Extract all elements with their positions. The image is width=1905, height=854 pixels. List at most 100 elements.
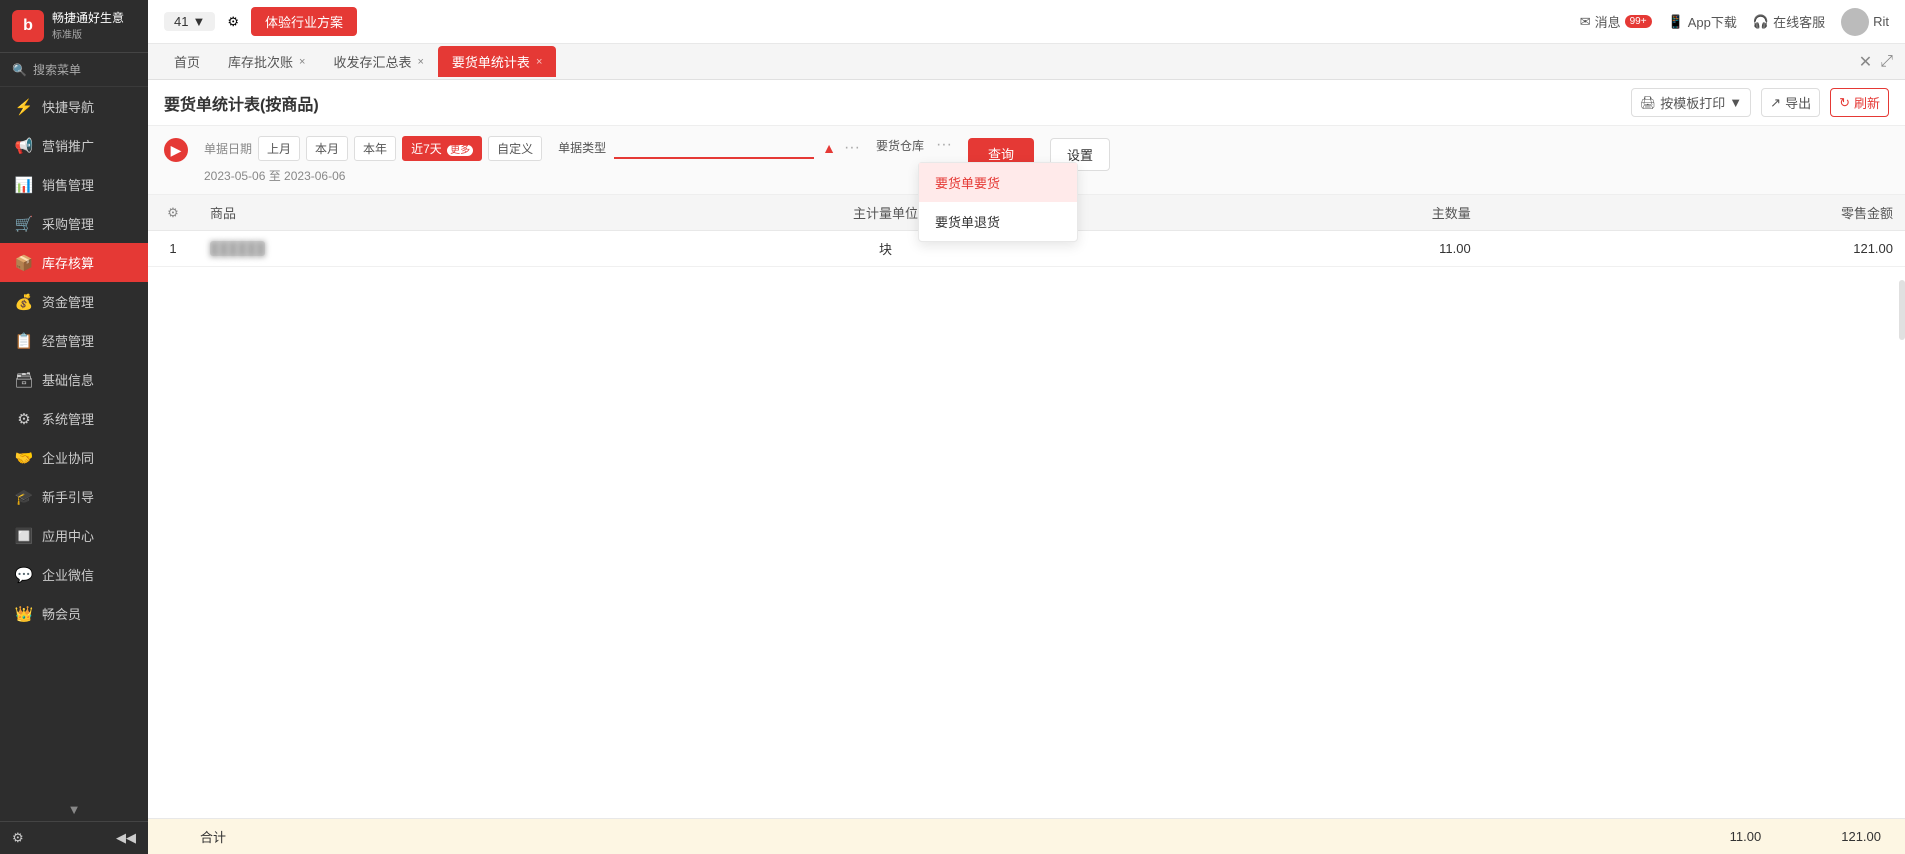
sidebar-item-purchase[interactable]: 🛒 采购管理 xyxy=(0,204,148,243)
sidebar-item-label: 基础信息 xyxy=(42,370,94,389)
inventory-icon: 📦 xyxy=(14,254,34,272)
page-actions: 🖨 按模板打印 ▼ ↗ 导出 ↻ 刷新 xyxy=(1631,88,1889,117)
date-filter-dates: 单据日期 上月 本月 本年 近7天 更多 自定义 xyxy=(204,136,542,161)
dropdown-item-order-goods[interactable]: 要货单要货 xyxy=(919,163,1077,202)
tab-home[interactable]: 首页 xyxy=(160,46,214,77)
sidebar-item-marketing[interactable]: 📢 营销推广 xyxy=(0,126,148,165)
print-icon: 🖨 xyxy=(1640,95,1657,111)
sidebar-item-basic[interactable]: 🗃 基础信息 xyxy=(0,360,148,399)
col-product: 商品 xyxy=(198,195,638,231)
tab-home-label: 首页 xyxy=(174,52,200,71)
col-quantity: 主数量 xyxy=(1133,195,1483,231)
sidebar-item-finance[interactable]: 💰 资金管理 xyxy=(0,282,148,321)
industry-btn[interactable]: 体验行业方案 xyxy=(251,7,357,36)
logo-name: 畅捷通好生意 xyxy=(52,11,124,27)
tab-order-summary-close[interactable]: × xyxy=(536,56,542,68)
sidebar-scroll-down[interactable]: ▼ xyxy=(0,798,148,821)
footer-label: 合计 xyxy=(160,827,420,846)
sidebar-item-inventory[interactable]: 📦 库存核算 xyxy=(0,243,148,282)
type-filter-input[interactable] xyxy=(614,136,814,159)
type-more-btn[interactable]: ··· xyxy=(844,139,860,157)
message-btn[interactable]: ✉ 消息 99+ xyxy=(1580,12,1652,31)
sidebar-item-wechat[interactable]: 💬 企业微信 xyxy=(0,555,148,594)
sidebar-item-label: 资金管理 xyxy=(42,292,94,311)
tab-order-summary[interactable]: 要货单统计表 × xyxy=(438,46,556,77)
app-download-btn[interactable]: 📱 App下载 xyxy=(1668,12,1737,31)
col-settings-icon[interactable]: ⚙ xyxy=(167,205,179,220)
tab-batch-account-label: 库存批次账 xyxy=(228,52,293,71)
tab-close-all-icon[interactable]: ✕ xyxy=(1859,52,1872,72)
app-download-icon: 📱 xyxy=(1668,14,1684,30)
warehouse-filter-row: 要货仓库 ··· xyxy=(876,136,952,154)
topbar: 41 ▼ ⚙ 体验行业方案 ✉ 消息 99+ 📱 App下载 🎧 在线客服 R xyxy=(148,0,1905,44)
topbar-left: 41 ▼ ⚙ 体验行业方案 xyxy=(164,7,357,36)
sales-icon: 📊 xyxy=(14,176,34,194)
scroll-hint xyxy=(1899,280,1905,340)
dropdown-item-order-return[interactable]: 要货单退货 xyxy=(919,202,1077,241)
date-filter-group: 单据日期 上月 本月 本年 近7天 更多 自定义 2023-05-06 至 20… xyxy=(204,136,542,184)
newbie-icon: 🎓 xyxy=(14,488,34,506)
operation-icon: 📋 xyxy=(14,332,34,350)
sidebar-collapse-icon[interactable]: ◀◀ xyxy=(116,830,136,846)
sidebar-bottom: ⚙ ◀◀ xyxy=(0,821,148,854)
sidebar-item-enterprise[interactable]: 🤝 企业协同 xyxy=(0,438,148,477)
date-prev-month-btn[interactable]: 上月 xyxy=(258,136,300,161)
warehouse-more-btn[interactable]: ··· xyxy=(936,136,952,154)
tab-expand-icon[interactable]: ⤢ xyxy=(1880,53,1893,71)
message-icon: ✉ xyxy=(1580,14,1591,30)
sidebar-item-operation[interactable]: 📋 经营管理 xyxy=(0,321,148,360)
headset-icon: 🎧 xyxy=(1753,14,1769,30)
sidebar-item-member[interactable]: 👑 畅会员 xyxy=(0,594,148,633)
sidebar-logo: b 畅捷通好生意 标准版 xyxy=(0,0,148,53)
apps-icon: 🔲 xyxy=(14,527,34,545)
sidebar-item-label: 销售管理 xyxy=(42,175,94,194)
main-area: 41 ▼ ⚙ 体验行业方案 ✉ 消息 99+ 📱 App下载 🎧 在线客服 R xyxy=(148,0,1905,854)
sidebar-settings-icon[interactable]: ⚙ xyxy=(12,830,24,846)
export-btn[interactable]: ↗ 导出 xyxy=(1761,88,1820,117)
sidebar-item-label: 采购管理 xyxy=(42,214,94,233)
message-label: 消息 xyxy=(1595,12,1621,31)
page-header: 要货单统计表(按商品) 🖨 按模板打印 ▼ ↗ 导出 ↻ 刷新 xyxy=(148,80,1905,126)
sidebar-nav: ⚡ 快捷导航 📢 营销推广 📊 销售管理 🛒 采购管理 📦 库存核算 💰 资金管… xyxy=(0,87,148,798)
date-year-btn[interactable]: 本年 xyxy=(354,136,396,161)
filter-expand-btn[interactable]: ▶ xyxy=(164,138,188,162)
tab-receive-summary-label: 收发存汇总表 xyxy=(333,52,411,71)
topbar-settings-icon[interactable]: ⚙ xyxy=(227,14,239,30)
sidebar-item-quick-nav[interactable]: ⚡ 快捷导航 xyxy=(0,87,148,126)
date-filter-label: 单据日期 xyxy=(204,140,252,157)
sidebar-item-label: 新手引导 xyxy=(42,487,94,506)
wechat-icon: 💬 xyxy=(14,566,34,584)
print-btn[interactable]: 🖨 按模板打印 ▼ xyxy=(1631,88,1751,117)
enterprise-icon: 🤝 xyxy=(14,449,34,467)
warehouse-filter-group: 要货仓库 ··· xyxy=(876,136,952,154)
date-recent7-btn[interactable]: 近7天 更多 xyxy=(402,136,482,161)
tab-batch-account-close[interactable]: × xyxy=(299,56,305,68)
tab-count-badge[interactable]: 41 ▼ xyxy=(164,12,215,31)
sidebar-item-newbie[interactable]: 🎓 新手引导 xyxy=(0,477,148,516)
row-num: 1 xyxy=(148,231,198,267)
refresh-btn[interactable]: ↻ 刷新 xyxy=(1830,88,1889,117)
tab-receive-summary-close[interactable]: × xyxy=(417,56,423,68)
tab-batch-account[interactable]: 库存批次账 × xyxy=(214,46,319,77)
dropdown-item-order-return-label: 要货单退货 xyxy=(935,215,1000,230)
online-service-label: 在线客服 xyxy=(1773,12,1825,31)
user-avatar-btn[interactable]: Rit xyxy=(1841,8,1889,36)
sidebar-search[interactable]: 🔍 搜索菜单 xyxy=(0,53,148,87)
sidebar-item-label: 企业协同 xyxy=(42,448,94,467)
row-amount: 121.00 xyxy=(1483,231,1905,267)
date-curr-month-btn[interactable]: 本月 xyxy=(306,136,348,161)
user-name: Rit xyxy=(1873,14,1889,29)
sidebar-item-system[interactable]: ⚙ 系统管理 xyxy=(0,399,148,438)
date-custom-btn[interactable]: 自定义 xyxy=(488,136,542,161)
sidebar-item-apps[interactable]: 🔲 应用中心 xyxy=(0,516,148,555)
sidebar-item-sales[interactable]: 📊 销售管理 xyxy=(0,165,148,204)
tabs-actions: ✕ ⤢ xyxy=(1859,52,1893,72)
table-container: ⚙ 商品 主计量单位 主数量 零售金额 1 ██████ 块 xyxy=(148,195,1905,818)
online-service-btn[interactable]: 🎧 在线客服 xyxy=(1753,12,1825,31)
row-quantity: 11.00 xyxy=(1133,231,1483,267)
refresh-btn-label: 刷新 xyxy=(1854,93,1880,112)
col-settings: ⚙ xyxy=(148,195,198,231)
member-icon: 👑 xyxy=(14,605,34,623)
type-dropdown-arrow[interactable]: ▲ xyxy=(822,140,836,156)
tab-receive-summary[interactable]: 收发存汇总表 × xyxy=(319,46,437,77)
